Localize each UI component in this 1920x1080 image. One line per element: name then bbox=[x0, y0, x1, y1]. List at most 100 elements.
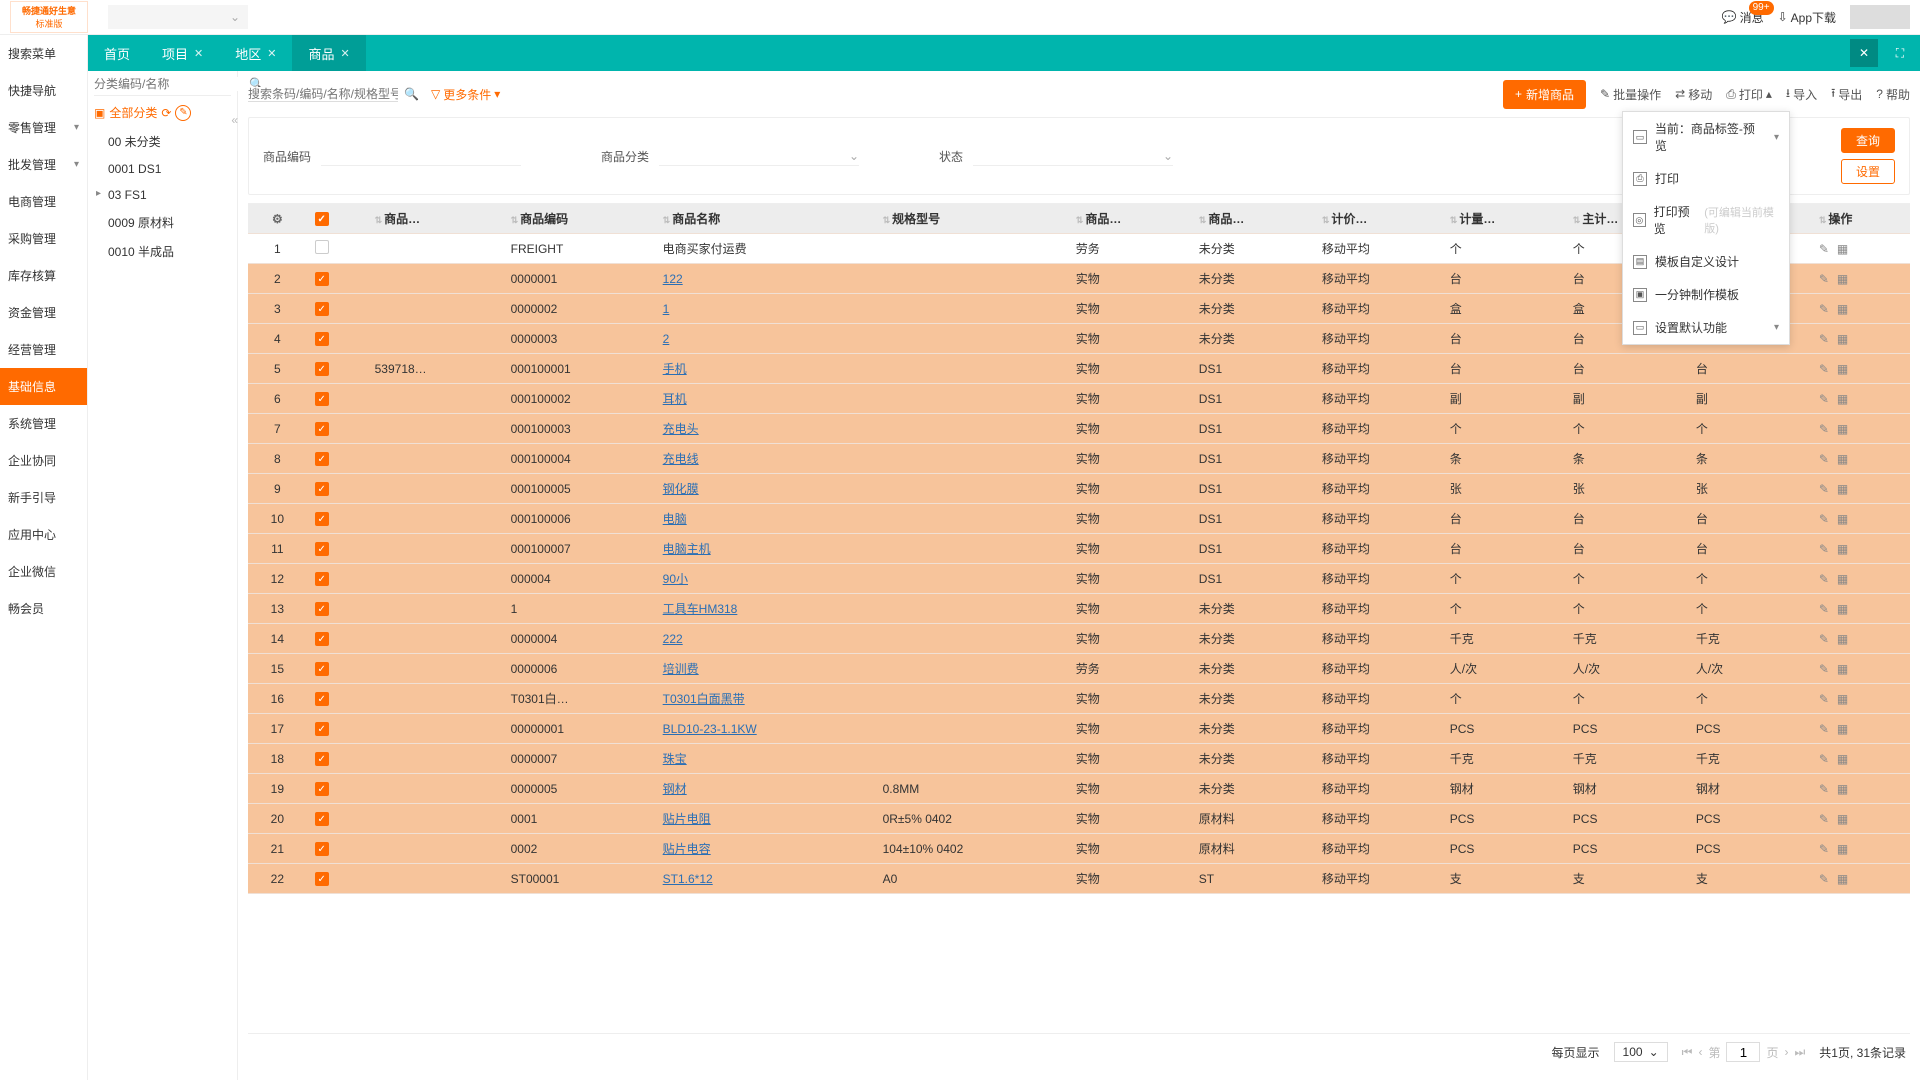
tree-collapse-button[interactable]: « bbox=[231, 113, 238, 127]
col-barcode[interactable]: ⇅商品… bbox=[367, 204, 503, 234]
sidebar-item[interactable]: 企业微信 bbox=[0, 553, 87, 590]
tree-item[interactable]: 0009 原材料 bbox=[94, 208, 231, 237]
fullscreen-button[interactable]: ⛶ bbox=[1886, 39, 1914, 67]
tab[interactable]: 地区✕ bbox=[219, 35, 292, 71]
sidebar-item[interactable]: 快捷导航 bbox=[0, 72, 87, 109]
row-checkbox[interactable]: ✓ bbox=[315, 722, 329, 736]
tree-item[interactable]: 00 未分类 bbox=[94, 127, 231, 156]
sidebar-item[interactable]: 系统管理 bbox=[0, 405, 87, 442]
row-checkbox[interactable]: ✓ bbox=[315, 632, 329, 646]
sidebar-item[interactable]: 电商管理 bbox=[0, 183, 87, 220]
row-edit-icon[interactable]: ✎ bbox=[1819, 302, 1829, 316]
row-more-icon[interactable]: ▦ bbox=[1837, 422, 1848, 436]
sort-icon[interactable]: ⇅ bbox=[1199, 215, 1207, 225]
sort-icon[interactable]: ⇅ bbox=[1322, 215, 1330, 225]
tab[interactable]: 首页 bbox=[88, 35, 146, 71]
row-edit-icon[interactable]: ✎ bbox=[1819, 782, 1829, 796]
product-name-link[interactable]: 钢化膜 bbox=[663, 482, 699, 496]
print-current-item[interactable]: ▭当前：商品标签-预览▾ bbox=[1623, 112, 1789, 162]
sidebar-item[interactable]: 畅会员 bbox=[0, 590, 87, 627]
sidebar-item[interactable]: 应用中心 bbox=[0, 516, 87, 553]
row-checkbox[interactable]: ✓ bbox=[315, 692, 329, 706]
sort-icon[interactable]: ⇅ bbox=[663, 215, 671, 225]
row-more-icon[interactable]: ▦ bbox=[1837, 452, 1848, 466]
print-preview-item[interactable]: ◎打印预览(可编辑当前模版) bbox=[1623, 195, 1789, 245]
col-chk[interactable]: ✓ bbox=[307, 204, 367, 234]
product-name-link[interactable]: 手机 bbox=[663, 362, 687, 376]
row-edit-icon[interactable]: ✎ bbox=[1819, 422, 1829, 436]
product-name-link[interactable]: 贴片电阻 bbox=[663, 812, 711, 826]
sidebar-item[interactable]: 批发管理▾ bbox=[0, 146, 87, 183]
sort-icon[interactable]: ⇅ bbox=[375, 215, 383, 225]
col-type[interactable]: ⇅商品… bbox=[1068, 204, 1191, 234]
query-button[interactable]: 查询 bbox=[1841, 128, 1895, 153]
filter-category-select[interactable]: ⌄ bbox=[659, 146, 859, 166]
company-selector[interactable]: ⌄ bbox=[108, 5, 248, 29]
row-checkbox[interactable]: ✓ bbox=[315, 842, 329, 856]
move-button[interactable]: ⇄移动 bbox=[1675, 86, 1712, 103]
tree-root-label[interactable]: 全部分类 bbox=[109, 104, 157, 121]
table-row[interactable]: 11✓000100007电脑主机实物DS1移动平均台台台✎▦ bbox=[248, 534, 1910, 564]
sort-icon[interactable]: ⇅ bbox=[1573, 215, 1581, 225]
row-edit-icon[interactable]: ✎ bbox=[1819, 722, 1829, 736]
tree-expand-icon[interactable]: ▣ bbox=[94, 106, 105, 120]
filter-settings-button[interactable]: 设置 bbox=[1841, 159, 1895, 184]
row-checkbox[interactable]: ✓ bbox=[315, 302, 329, 316]
col-gear[interactable]: ⚙ bbox=[248, 204, 307, 234]
tab-close-icon[interactable]: ✕ bbox=[341, 47, 350, 60]
tree-edit-icon[interactable]: ✎ bbox=[175, 105, 191, 121]
row-edit-icon[interactable]: ✎ bbox=[1819, 752, 1829, 766]
row-edit-icon[interactable]: ✎ bbox=[1819, 842, 1829, 856]
tree-search-input[interactable] bbox=[94, 77, 249, 91]
sidebar-item[interactable]: 企业协同 bbox=[0, 442, 87, 479]
per-page-select[interactable]: 100⌄ bbox=[1614, 1042, 1668, 1062]
product-name-link[interactable]: 培训费 bbox=[663, 662, 699, 676]
row-checkbox[interactable]: ✓ bbox=[315, 392, 329, 406]
row-checkbox[interactable]: ✓ bbox=[315, 362, 329, 376]
page-input[interactable] bbox=[1726, 1042, 1760, 1062]
sort-icon[interactable]: ⇅ bbox=[1450, 215, 1458, 225]
row-more-icon[interactable]: ▦ bbox=[1837, 842, 1848, 856]
sidebar-item[interactable]: 零售管理▾ bbox=[0, 109, 87, 146]
one-minute-template-item[interactable]: ▣一分钟制作模板 bbox=[1623, 278, 1789, 311]
table-row[interactable]: 17✓00000001BLD10-23-1.1KW实物未分类移动平均PCSPCS… bbox=[248, 714, 1910, 744]
product-name-link[interactable]: 122 bbox=[663, 272, 683, 286]
row-edit-icon[interactable]: ✎ bbox=[1819, 272, 1829, 286]
row-edit-icon[interactable]: ✎ bbox=[1819, 572, 1829, 586]
messages-button[interactable]: 💬 消息 99+ bbox=[1722, 9, 1764, 26]
product-name-link[interactable]: 贴片电容 bbox=[663, 842, 711, 856]
row-edit-icon[interactable]: ✎ bbox=[1819, 332, 1829, 346]
row-more-icon[interactable]: ▦ bbox=[1837, 662, 1848, 676]
table-row[interactable]: 19✓0000005钢材0.8MM实物未分类移动平均钢材钢材钢材✎▦ bbox=[248, 774, 1910, 804]
row-more-icon[interactable]: ▦ bbox=[1837, 512, 1848, 526]
more-conditions-button[interactable]: ▽ 更多条件 ▾ bbox=[431, 86, 500, 103]
row-checkbox[interactable]: ✓ bbox=[315, 872, 329, 886]
tree-item[interactable]: 0010 半成品 bbox=[94, 237, 231, 266]
row-more-icon[interactable]: ▦ bbox=[1837, 272, 1848, 286]
row-checkbox[interactable]: ✓ bbox=[315, 332, 329, 346]
row-more-icon[interactable]: ▦ bbox=[1837, 632, 1848, 646]
sidebar-item[interactable]: 新手引导 bbox=[0, 479, 87, 516]
row-checkbox[interactable]: ✓ bbox=[315, 542, 329, 556]
row-more-icon[interactable]: ▦ bbox=[1837, 242, 1848, 256]
sort-icon[interactable]: ⇅ bbox=[511, 215, 519, 225]
template-custom-item[interactable]: ▤模板自定义设计 bbox=[1623, 245, 1789, 278]
row-more-icon[interactable]: ▦ bbox=[1837, 392, 1848, 406]
prev-page-button[interactable]: ‹ bbox=[1698, 1045, 1702, 1059]
row-checkbox[interactable]: ✓ bbox=[315, 272, 329, 286]
row-more-icon[interactable]: ▦ bbox=[1837, 332, 1848, 346]
product-name-link[interactable]: 电脑主机 bbox=[663, 542, 711, 556]
row-checkbox[interactable]: ✓ bbox=[315, 452, 329, 466]
table-row[interactable]: 15✓0000006培训费劳务未分类移动平均人/次人/次人/次✎▦ bbox=[248, 654, 1910, 684]
next-page-button[interactable]: › bbox=[1784, 1045, 1788, 1059]
batch-ops-button[interactable]: ✎批量操作 bbox=[1600, 86, 1661, 103]
row-checkbox[interactable]: ✓ bbox=[315, 572, 329, 586]
row-edit-icon[interactable]: ✎ bbox=[1819, 602, 1829, 616]
search-icon[interactable]: 🔍 bbox=[404, 87, 419, 101]
table-row[interactable]: 13✓1工具车HM318实物未分类移动平均个个个✎▦ bbox=[248, 594, 1910, 624]
product-name-link[interactable]: 充电线 bbox=[663, 452, 699, 466]
row-more-icon[interactable]: ▦ bbox=[1837, 482, 1848, 496]
table-row[interactable]: 22✓ST00001ST1.6*12A0实物ST移动平均支支支✎▦ bbox=[248, 864, 1910, 894]
tree-item[interactable]: 03 FS1 bbox=[94, 182, 231, 208]
table-row[interactable]: 20✓0001贴片电阻0R±5% 0402实物原材料移动平均PCSPCSPCS✎… bbox=[248, 804, 1910, 834]
